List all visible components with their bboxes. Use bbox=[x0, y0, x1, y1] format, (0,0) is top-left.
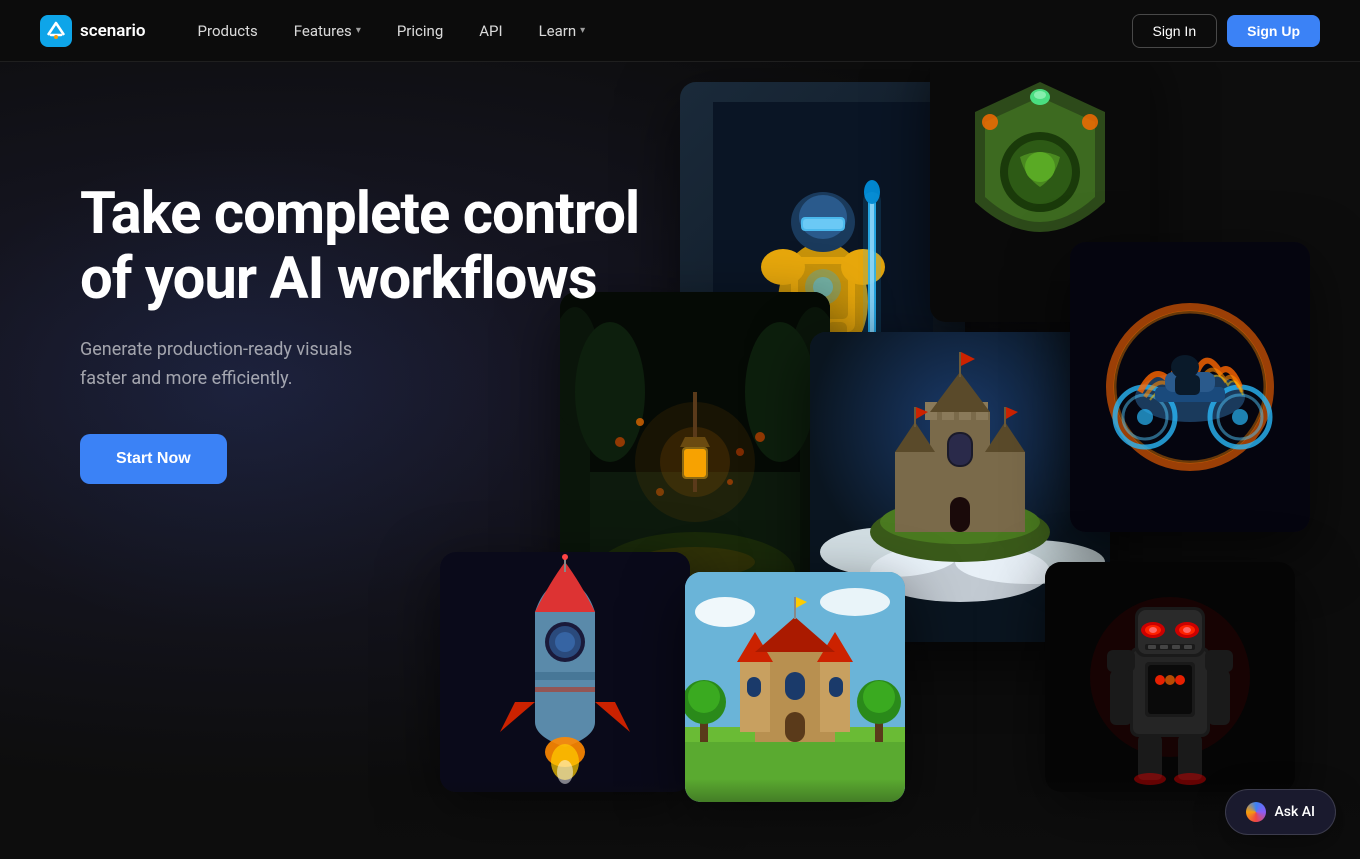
hero-title: Take complete control of your AI workflo… bbox=[80, 182, 639, 312]
signin-button[interactable]: Sign In bbox=[1132, 14, 1218, 48]
hero-section: Take complete control of your AI workflo… bbox=[0, 62, 1360, 859]
signup-button[interactable]: Sign Up bbox=[1227, 15, 1320, 47]
nav-links: Products Features ▾ Pricing API Learn ▾ bbox=[182, 14, 602, 48]
nav-link-learn[interactable]: Learn ▾ bbox=[523, 14, 602, 48]
hero-card-castle bbox=[810, 332, 1110, 642]
navigation: scenario Products Features ▾ Pricing API… bbox=[0, 0, 1360, 62]
nav-link-products[interactable]: Products bbox=[182, 14, 274, 48]
ask-ai-label: Ask AI bbox=[1274, 804, 1315, 820]
nav-link-api[interactable]: API bbox=[463, 14, 518, 48]
scenario-logo-icon bbox=[40, 15, 72, 47]
ask-ai-icon bbox=[1246, 802, 1266, 822]
start-now-button[interactable]: Start Now bbox=[80, 434, 227, 484]
hero-card-shield bbox=[930, 62, 1150, 322]
shield-illustration bbox=[930, 62, 1150, 322]
rocket-illustration bbox=[440, 552, 690, 792]
nav-right: Sign In Sign Up bbox=[1132, 14, 1320, 48]
motorcycle-illustration bbox=[1070, 242, 1310, 532]
warrior-illustration bbox=[713, 102, 933, 422]
nav-left: scenario Products Features ▾ Pricing API… bbox=[40, 14, 601, 48]
castle-illustration bbox=[810, 332, 1110, 642]
hero-content: Take complete control of your AI workflo… bbox=[80, 182, 639, 484]
nav-link-features[interactable]: Features ▾ bbox=[278, 14, 377, 48]
nav-link-pricing[interactable]: Pricing bbox=[381, 14, 459, 48]
robot-illustration bbox=[1045, 562, 1295, 792]
hero-card-warrior bbox=[680, 82, 965, 442]
hero-subtitle: Generate production-ready visualsfaster … bbox=[80, 336, 639, 394]
ask-ai-button[interactable]: Ask AI bbox=[1225, 789, 1336, 835]
hero-card-robot bbox=[1045, 562, 1295, 792]
hero-fade-overlay bbox=[0, 779, 1360, 859]
brand-name: scenario bbox=[80, 21, 146, 41]
cartoon-village-illustration bbox=[685, 572, 905, 802]
learn-chevron-icon: ▾ bbox=[580, 25, 585, 36]
hero-card-cartoon-village bbox=[685, 572, 905, 802]
hero-card-motorcycle bbox=[1070, 242, 1310, 532]
logo-link[interactable]: scenario bbox=[40, 15, 146, 47]
features-chevron-icon: ▾ bbox=[356, 25, 361, 36]
hero-card-rocket bbox=[440, 552, 690, 792]
